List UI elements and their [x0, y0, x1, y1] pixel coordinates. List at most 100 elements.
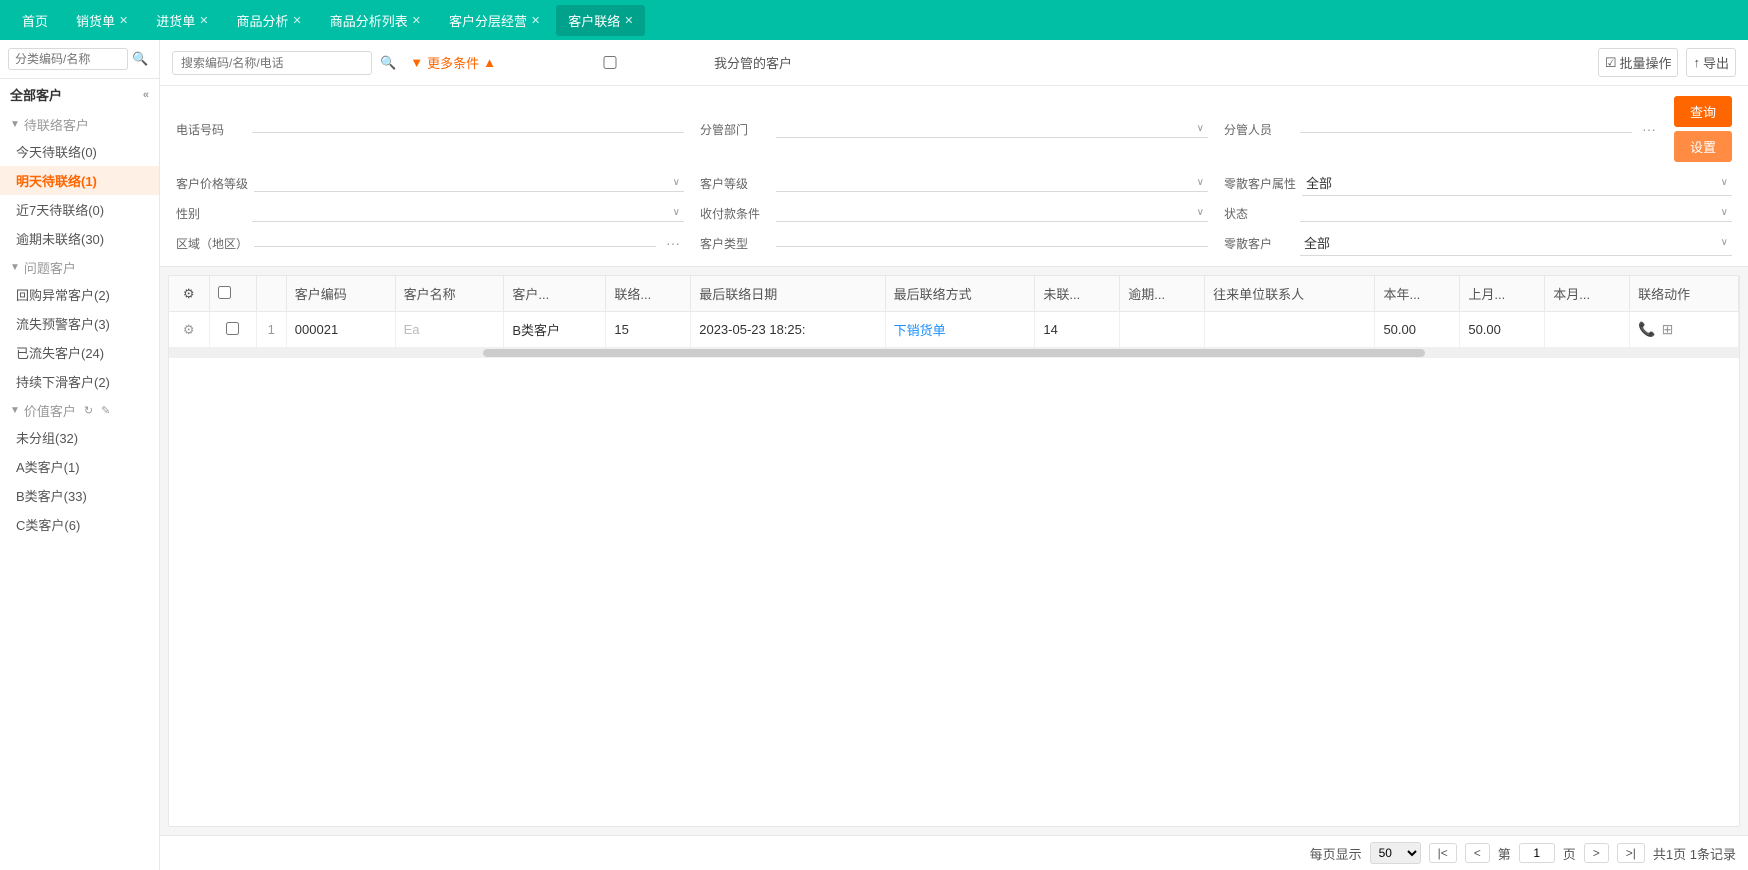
nav-close-icon[interactable]: ✕: [199, 14, 208, 27]
col-last-contact-date-header[interactable]: 最后联络日期: [691, 276, 885, 312]
person-dots-icon[interactable]: ···: [1638, 119, 1660, 139]
col-contact-header[interactable]: 联络...: [606, 276, 691, 312]
dept-select[interactable]: ∨: [776, 120, 1208, 138]
sidebar-item-ungrouped[interactable]: 未分组(32): [0, 423, 159, 452]
next-page-button[interactable]: >: [1584, 843, 1609, 863]
per-page-select[interactable]: 50 100 200: [1370, 842, 1421, 864]
nav-sales-order[interactable]: 销货单 ✕: [64, 5, 140, 36]
bulk-operation-button[interactable]: ☑ 批量操作: [1598, 48, 1679, 77]
export-button[interactable]: ↑ 导出: [1686, 48, 1736, 77]
sidebar-search-input[interactable]: [8, 48, 128, 70]
region-dots-icon[interactable]: ···: [662, 233, 684, 253]
nav-product-analysis[interactable]: 商品分析 ✕: [224, 5, 313, 36]
filter-row-retail-attr: 零散客户属性 全部 ∨: [1224, 170, 1732, 196]
query-button[interactable]: 查询: [1674, 96, 1732, 127]
nav-close-icon[interactable]: ✕: [293, 14, 302, 27]
sidebar-group-pending[interactable]: ▼ 待联络客户: [0, 110, 159, 137]
search-icon[interactable]: 🔍: [380, 55, 396, 71]
person-label: 分管人员: [1224, 121, 1294, 138]
row-phone-icon[interactable]: 📞: [1638, 321, 1655, 338]
row-gear[interactable]: ⚙: [169, 312, 209, 348]
filter-row-retail-customer: 零散客户 全部 ∨: [1224, 230, 1732, 256]
col-type-header[interactable]: 客户...: [504, 276, 606, 312]
nav-customer-contact[interactable]: 客户联络 ✕: [556, 5, 645, 36]
sidebar-item-c-class[interactable]: C类客户(6): [0, 510, 159, 539]
table-row: ⚙ 1 000021 Ea B类客户 15 2023-05-23 18:25: …: [169, 312, 1739, 348]
status-select[interactable]: ∨: [1300, 204, 1732, 222]
customer-type-select[interactable]: [776, 240, 1208, 247]
sidebar-group-value[interactable]: ▼ 价值客户 ↻ ✎: [0, 396, 159, 423]
sidebar-search-icon[interactable]: 🔍: [132, 51, 148, 67]
nav-close-icon[interactable]: ✕: [624, 14, 633, 27]
gender-select[interactable]: ∨: [252, 204, 684, 222]
col-code-header[interactable]: 客户编码: [286, 276, 395, 312]
col-checkbox-header[interactable]: [209, 276, 256, 312]
filter-row-region: 区域（地区） ···: [176, 230, 684, 256]
horizontal-scrollbar[interactable]: [169, 348, 1739, 358]
first-page-button[interactable]: |<: [1429, 843, 1457, 863]
refresh-icon[interactable]: ↻: [84, 404, 93, 417]
price-level-select[interactable]: ∨: [254, 174, 684, 192]
nav-home[interactable]: 首页: [10, 5, 60, 36]
col-last-contact-method-header[interactable]: 最后联络方式: [885, 276, 1035, 312]
nav-close-icon[interactable]: ✕: [119, 14, 128, 27]
person-input[interactable]: [1300, 126, 1632, 133]
sidebar-item-declining[interactable]: 持续下滑客户(2): [0, 367, 159, 396]
sidebar-item-b-class[interactable]: B类客户(33): [0, 481, 159, 510]
search-input[interactable]: [172, 51, 372, 75]
sidebar-item-churn-warning[interactable]: 流失预警客户(3): [0, 309, 159, 338]
sidebar-item-7days-pending[interactable]: 近7天待联络(0): [0, 195, 159, 224]
payment-select[interactable]: ∨: [776, 204, 1208, 222]
retail-customer-select[interactable]: 全部 ∨: [1300, 230, 1732, 256]
status-label: 状态: [1224, 205, 1294, 222]
row-index: 1: [256, 312, 286, 348]
region-select[interactable]: [254, 240, 656, 247]
row-contact: 15: [606, 312, 691, 348]
prev-page-button[interactable]: <: [1465, 843, 1490, 863]
select-all-checkbox[interactable]: [218, 286, 231, 299]
customer-level-select[interactable]: ∨: [776, 174, 1208, 192]
nav-close-icon[interactable]: ✕: [531, 14, 540, 27]
last-page-button[interactable]: >|: [1617, 843, 1645, 863]
col-overdue-header[interactable]: 逾期...: [1120, 276, 1205, 312]
col-last-month-header[interactable]: 上月...: [1460, 276, 1545, 312]
row-last-contact-method[interactable]: 下销货单: [885, 312, 1035, 348]
all-customers-header[interactable]: 全部客户 «: [0, 79, 159, 110]
col-this-year-header[interactable]: 本年...: [1375, 276, 1460, 312]
col-action-header[interactable]: 联络动作: [1630, 276, 1739, 312]
sidebar-item-churned[interactable]: 已流失客户(24): [0, 338, 159, 367]
col-this-month-header[interactable]: 本月...: [1545, 276, 1630, 312]
settings-button[interactable]: 设置: [1674, 131, 1732, 162]
edit-icon[interactable]: ✎: [101, 404, 110, 417]
row-unit-contact: [1205, 312, 1375, 348]
more-conditions-button[interactable]: ▼ 更多条件 ▲: [404, 49, 502, 76]
row-code: 000021: [286, 312, 395, 348]
col-name-header[interactable]: 客户名称: [395, 276, 504, 312]
phone-input[interactable]: [252, 126, 684, 133]
sidebar-item-today-pending[interactable]: 今天待联络(0): [0, 137, 159, 166]
filter-row-status: 状态 ∨: [1224, 204, 1732, 222]
sidebar-item-repurchase-anomaly[interactable]: 回购异常客户(2): [0, 280, 159, 309]
nav-purchase-order[interactable]: 进货单 ✕: [144, 5, 220, 36]
page-input[interactable]: [1519, 843, 1555, 863]
scrollbar-thumb[interactable]: [483, 349, 1425, 357]
sidebar-group-problem[interactable]: ▼ 问题客户: [0, 253, 159, 280]
col-not-contacted-header[interactable]: 未联...: [1035, 276, 1120, 312]
nav-product-analysis-list[interactable]: 商品分析列表 ✕: [318, 5, 433, 36]
col-unit-contact-header[interactable]: 往来单位联系人: [1205, 276, 1375, 312]
retail-attr-select[interactable]: 全部 ∨: [1302, 170, 1732, 196]
nav-customer-layered[interactable]: 客户分层经营 ✕: [437, 5, 552, 36]
table-header-row: ⚙ 客户编码 客户名称 客户... 联络...: [169, 276, 1739, 312]
col-gear[interactable]: ⚙: [169, 276, 209, 312]
collapse-icon: «: [143, 89, 149, 101]
nav-close-icon[interactable]: ✕: [412, 14, 421, 27]
payment-label: 收付款条件: [700, 205, 770, 222]
customer-table: ⚙ 客户编码 客户名称 客户... 联络...: [169, 276, 1739, 348]
row-qr-icon[interactable]: ⊞: [1662, 321, 1674, 338]
my-customers-checkbox[interactable]: [510, 56, 710, 69]
my-customers-checkbox-label[interactable]: 我分管的客户: [510, 53, 792, 72]
sidebar-item-a-class[interactable]: A类客户(1): [0, 452, 159, 481]
sidebar-item-tomorrow-pending[interactable]: 明天待联络(1): [0, 166, 159, 195]
row-checkbox[interactable]: [209, 312, 256, 348]
sidebar-item-overdue-pending[interactable]: 逾期未联络(30): [0, 224, 159, 253]
